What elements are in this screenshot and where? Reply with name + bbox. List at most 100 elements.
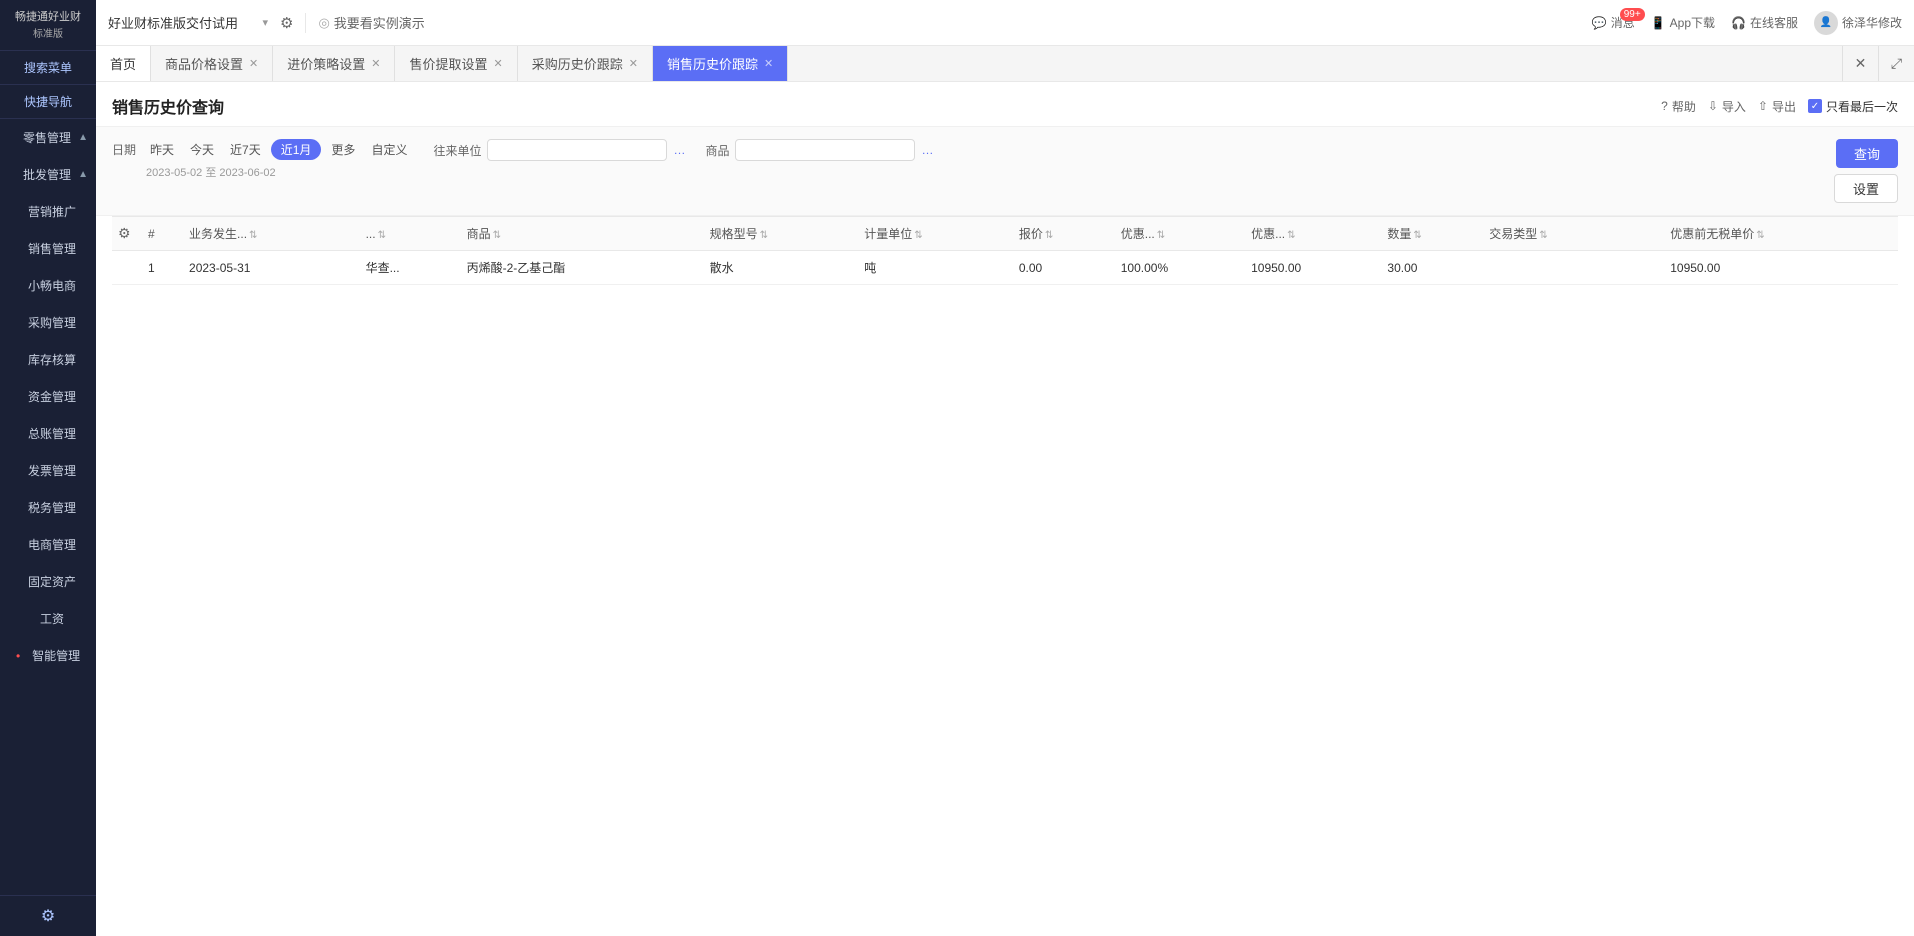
table-gear-icon[interactable]: ⚙ xyxy=(118,225,131,241)
page-actions: ? 帮助 ⇩ 导入 ⇧ 导出 ✓ 只看最后一次 xyxy=(1661,98,1898,115)
data-table: ⚙#业务发生...⇅...⇅商品⇅规格型号⇅计量单位⇅报价⇅优惠...⇅优惠..… xyxy=(112,216,1898,285)
setting-button[interactable]: 设置 xyxy=(1834,174,1898,203)
table-cell: 0.00 xyxy=(1013,251,1115,285)
message-icon: 💬 xyxy=(1592,16,1607,30)
goods-more[interactable]: … xyxy=(921,143,933,157)
sort-icon: ⇅ xyxy=(1157,230,1165,241)
sidebar-search[interactable]: 搜索菜单 xyxy=(0,51,96,85)
table-cell: 10950.00 xyxy=(1245,251,1381,285)
date-btn-今天[interactable]: 今天 xyxy=(184,139,220,160)
tab-close-icon[interactable]: ✕ xyxy=(629,57,638,70)
page-header: 销售历史价查询 ? 帮助 ⇩ 导入 ⇧ 导出 ✓ 只看最后一次 xyxy=(96,82,1914,127)
tab-price[interactable]: 商品价格设置✕ xyxy=(151,46,273,82)
date-btn-自定义[interactable]: 自定义 xyxy=(365,139,413,160)
col-header-trade_type[interactable]: 交易类型⇅ xyxy=(1483,217,1638,251)
date-btn-近1月[interactable]: 近1月 xyxy=(271,139,322,160)
sidebar-item-general[interactable]: 总账管理 xyxy=(0,415,96,452)
tab-purchase_strategy[interactable]: 进价策略设置✕ xyxy=(273,46,395,82)
sidebar-item-label: 批发管理 xyxy=(16,166,78,183)
message-button[interactable]: 💬 消息 99+ xyxy=(1592,14,1635,31)
col-header-biz_date[interactable]: 业务发生...⇅ xyxy=(183,217,360,251)
sidebar-item-ecom_small[interactable]: 小畅电商 xyxy=(0,267,96,304)
sidebar-item-purchase[interactable]: 采购管理 xyxy=(0,304,96,341)
tab-sales_history[interactable]: 销售历史价跟踪✕ xyxy=(653,46,788,82)
app-label: App下载 xyxy=(1670,14,1715,31)
online-service-button[interactable]: 🎧 在线客服 xyxy=(1731,14,1798,31)
username: 徐泽华修改 xyxy=(1842,14,1902,31)
from-unit-input[interactable] xyxy=(487,139,667,161)
date-btn-近7天[interactable]: 近7天 xyxy=(224,139,267,160)
sidebar-item-wholesale[interactable]: 批发管理▲ xyxy=(0,156,96,193)
sidebar-logo: 畅捷通好业财 标准版 xyxy=(0,0,96,51)
col-header-unit[interactable]: 计量单位⇅ xyxy=(858,217,1013,251)
export-button[interactable]: ⇧ 导出 xyxy=(1758,98,1796,115)
table-cell: 30.00 xyxy=(1381,251,1483,285)
sidebar: 畅捷通好业财 标准版 搜索菜单 快捷导航 零售管理▲批发管理▲营销推广销售管理小… xyxy=(0,0,96,936)
table-row: 12023-05-31华查...丙烯酸-2-乙基己酯散水吨0.00100.00%… xyxy=(112,251,1898,285)
sidebar-item-capital[interactable]: 资金管理 xyxy=(0,378,96,415)
sidebar-item-retail[interactable]: 零售管理▲ xyxy=(0,119,96,156)
page-title: 销售历史价查询 xyxy=(112,94,224,118)
sidebar-item-label: 电商管理 xyxy=(16,536,88,553)
sidebar-item-smart[interactable]: 智能管理 xyxy=(0,637,96,674)
message-badge: 99+ xyxy=(1620,8,1645,21)
col-header-goods[interactable]: 商品⇅ xyxy=(461,217,704,251)
sort-icon: ⇅ xyxy=(1045,230,1053,241)
date-filter-group: 日期 昨天今天近7天近1月更多自定义 2023-05-02 至 2023-06-… xyxy=(112,139,413,180)
gear-icon[interactable]: ⚙ xyxy=(41,908,55,925)
col-header-spec[interactable]: 规格型号⇅ xyxy=(704,217,859,251)
tab-close-icon[interactable]: ✕ xyxy=(494,57,503,70)
col-header-discount1[interactable]: 优惠...⇅ xyxy=(1115,217,1245,251)
sidebar-item-inventory[interactable]: 库存核算 xyxy=(0,341,96,378)
date-label: 日期 xyxy=(112,139,136,158)
sidebar-item-invoice[interactable]: 发票管理 xyxy=(0,452,96,489)
query-button[interactable]: 查询 xyxy=(1836,139,1898,168)
sidebar-item-ecom[interactable]: 电商管理 xyxy=(0,526,96,563)
date-btn-昨天[interactable]: 昨天 xyxy=(144,139,180,160)
tab-home[interactable]: 首页 xyxy=(96,46,151,82)
app-download-button[interactable]: 📱 App下载 xyxy=(1651,14,1715,31)
tabs-bar: 首页商品价格设置✕进价策略设置✕售价提取设置✕采购历史价跟踪✕销售历史价跟踪✕ … xyxy=(96,46,1914,82)
import-button[interactable]: ⇩ 导入 xyxy=(1708,98,1746,115)
col-header-qty[interactable]: 数量⇅ xyxy=(1381,217,1483,251)
col-header-discount2[interactable]: 优惠...⇅ xyxy=(1245,217,1381,251)
sidebar-item-tax[interactable]: 税务管理 xyxy=(0,489,96,526)
tab-close-icon[interactable]: ✕ xyxy=(249,57,258,70)
maximize-button[interactable]: ⤢ xyxy=(1878,46,1914,82)
col-header-gear: ⚙ xyxy=(112,217,142,251)
export-icon: ⇧ xyxy=(1758,99,1768,113)
sidebar-quick-nav[interactable]: 快捷导航 xyxy=(0,85,96,119)
demo-label: 我要看实例演示 xyxy=(334,13,425,32)
close-tab-button[interactable]: ✕ xyxy=(1842,46,1878,82)
help-button[interactable]: ? 帮助 xyxy=(1661,98,1696,115)
from-unit-more[interactable]: … xyxy=(673,143,685,157)
table-cell: 10950.00 xyxy=(1664,251,1898,285)
sidebar-item-fixed_assets[interactable]: 固定资产 xyxy=(0,563,96,600)
col-header-index: # xyxy=(142,217,183,251)
goods-input[interactable] xyxy=(735,139,915,161)
sidebar-item-marketing[interactable]: 营销推广 xyxy=(0,193,96,230)
tab-sale_extract[interactable]: 售价提取设置✕ xyxy=(395,46,517,82)
sort-icon: ⇅ xyxy=(760,230,768,241)
sidebar-bottom[interactable]: ⚙ xyxy=(0,895,96,936)
sort-icon: ⇅ xyxy=(249,230,257,241)
topbar-setting-icon[interactable]: ⚙ xyxy=(280,14,293,32)
user-menu[interactable]: 👤 徐泽华修改 xyxy=(1814,11,1902,35)
col-header-extra[interactable]: ...⇅ xyxy=(360,217,461,251)
table-cell xyxy=(1638,251,1664,285)
demo-link[interactable]: ◎ 我要看实例演示 xyxy=(318,13,424,32)
col-header-spacer xyxy=(1638,217,1664,251)
module-selector[interactable]: 好业财标准版交付试用 ▾ xyxy=(108,13,268,32)
chevron-down-icon: ▾ xyxy=(262,16,268,29)
col-header-pre_tax_price[interactable]: 优惠前无税单价⇅ xyxy=(1664,217,1898,251)
tab-purchase_history[interactable]: 采购历史价跟踪✕ xyxy=(518,46,653,82)
table-wrapper: ⚙#业务发生...⇅...⇅商品⇅规格型号⇅计量单位⇅报价⇅优惠...⇅优惠..… xyxy=(96,216,1914,285)
sort-icon: ⇅ xyxy=(1539,230,1547,241)
date-btn-更多[interactable]: 更多 xyxy=(325,139,361,160)
tab-close-icon[interactable]: ✕ xyxy=(764,57,773,70)
only-last-checkbox[interactable]: ✓ 只看最后一次 xyxy=(1808,98,1898,115)
tab-close-icon[interactable]: ✕ xyxy=(371,57,380,70)
col-header-price[interactable]: 报价⇅ xyxy=(1013,217,1115,251)
sidebar-item-sales[interactable]: 销售管理 xyxy=(0,230,96,267)
sidebar-item-payroll[interactable]: 工资 xyxy=(0,600,96,637)
